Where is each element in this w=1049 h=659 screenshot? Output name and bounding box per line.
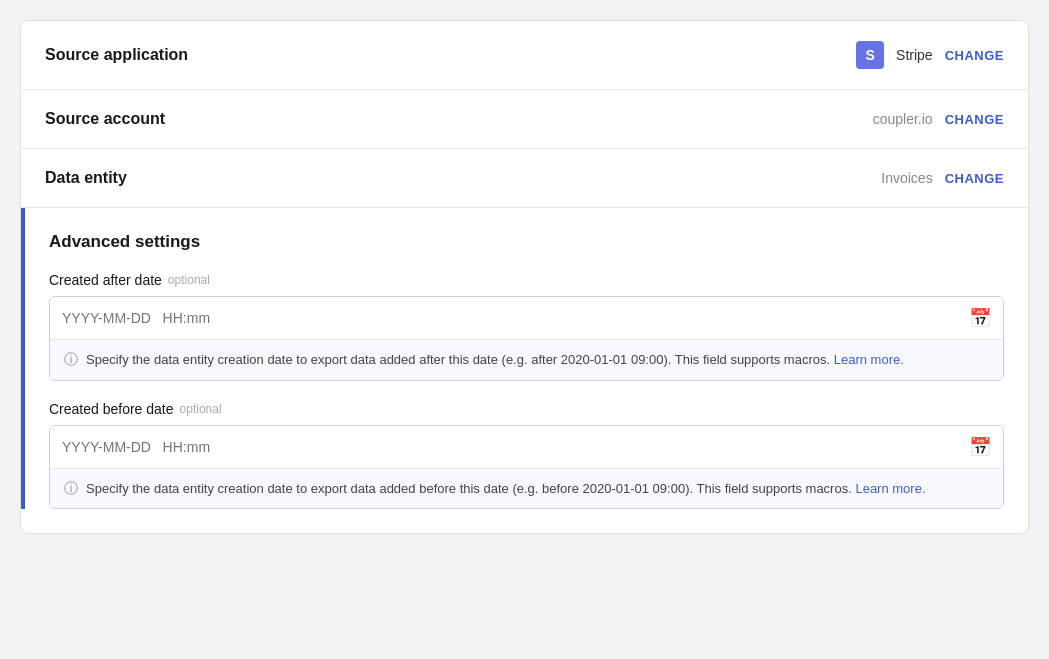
created-before-field-group: Created before date optional 📅 ⓘ Specify… xyxy=(49,401,1004,510)
source-account-row: Source account coupler.io CHANGE xyxy=(21,90,1028,149)
hint-info-icon: ⓘ xyxy=(64,351,78,369)
hint-info-icon-2: ⓘ xyxy=(64,480,78,498)
created-before-date-input: 📅 xyxy=(50,426,1003,469)
created-after-input[interactable] xyxy=(62,310,969,326)
data-entity-row: Data entity Invoices CHANGE xyxy=(21,149,1028,208)
created-before-learn-more-link[interactable]: Learn more. xyxy=(855,481,925,496)
created-after-label: Created after date optional xyxy=(49,272,1004,288)
main-card: Source application S Stripe CHANGE Sourc… xyxy=(20,20,1029,534)
created-after-hint: ⓘ Specify the data entity creation date … xyxy=(50,340,1003,380)
created-after-optional: optional xyxy=(168,273,210,287)
created-after-calendar-icon[interactable]: 📅 xyxy=(969,307,991,329)
created-after-field-group: Created after date optional 📅 ⓘ Specify … xyxy=(49,272,1004,381)
advanced-settings-section: Advanced settings Created after date opt… xyxy=(21,208,1028,509)
created-before-label: Created before date optional xyxy=(49,401,1004,417)
created-before-optional: optional xyxy=(180,402,222,416)
data-entity-change-button[interactable]: CHANGE xyxy=(945,171,1004,186)
source-account-label: Source account xyxy=(45,110,165,128)
created-after-learn-more-link[interactable]: Learn more. xyxy=(834,352,904,367)
created-before-input-wrapper: 📅 ⓘ Specify the data entity creation dat… xyxy=(49,425,1004,510)
created-before-input[interactable] xyxy=(62,439,969,455)
created-after-input-wrapper: 📅 ⓘ Specify the data entity creation dat… xyxy=(49,296,1004,381)
stripe-name: Stripe xyxy=(896,47,933,63)
source-application-right: S Stripe CHANGE xyxy=(856,41,1004,69)
source-application-change-button[interactable]: CHANGE xyxy=(945,48,1004,63)
stripe-icon: S xyxy=(856,41,884,69)
data-entity-value: Invoices xyxy=(881,170,932,186)
source-application-row: Source application S Stripe CHANGE xyxy=(21,21,1028,90)
data-entity-label: Data entity xyxy=(45,169,127,187)
advanced-settings-title: Advanced settings xyxy=(49,232,1004,252)
created-before-calendar-icon[interactable]: 📅 xyxy=(969,436,991,458)
data-entity-right: Invoices CHANGE xyxy=(881,170,1004,186)
created-before-hint: ⓘ Specify the data entity creation date … xyxy=(50,469,1003,509)
created-before-hint-text: Specify the data entity creation date to… xyxy=(86,479,926,499)
source-account-right: coupler.io CHANGE xyxy=(873,111,1004,127)
created-after-date-input: 📅 xyxy=(50,297,1003,340)
created-after-hint-text: Specify the data entity creation date to… xyxy=(86,350,904,370)
source-application-label: Source application xyxy=(45,46,188,64)
source-account-change-button[interactable]: CHANGE xyxy=(945,112,1004,127)
source-account-value: coupler.io xyxy=(873,111,933,127)
